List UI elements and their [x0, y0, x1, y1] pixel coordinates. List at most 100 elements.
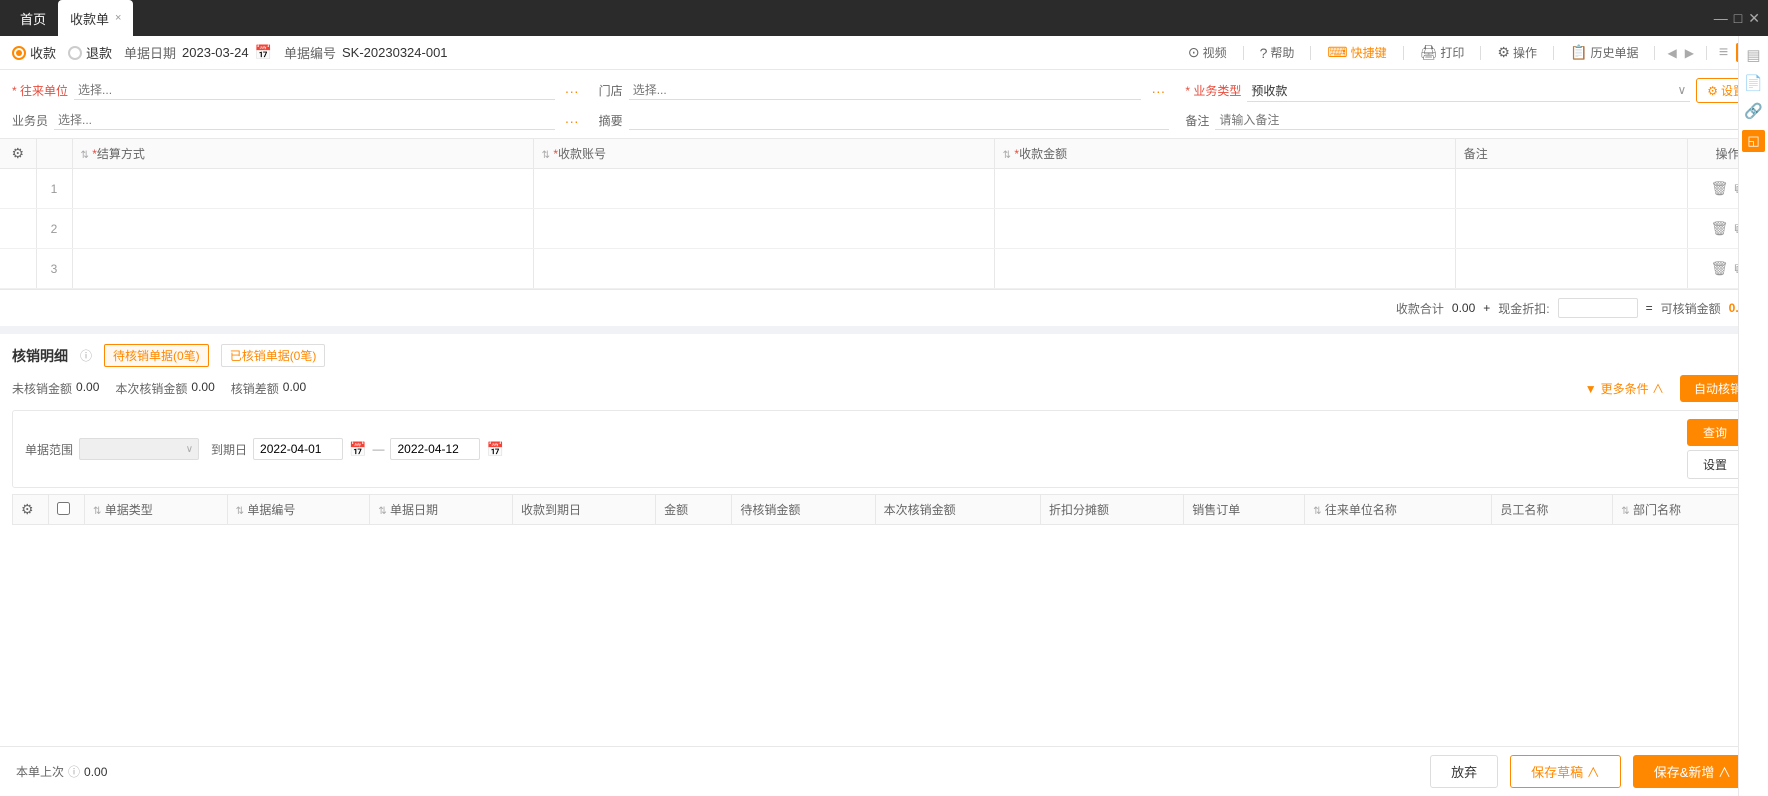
summary-field: 摘要 — [599, 111, 1170, 130]
abandon-btn[interactable]: 放弃 — [1430, 755, 1498, 788]
gear-icon[interactable]: ⚙ — [11, 145, 24, 161]
discount-input[interactable] — [1558, 298, 1638, 318]
nav-prev-btn[interactable]: ◀ — [1667, 46, 1676, 60]
due-date-to-cal-icon[interactable]: 📅 — [486, 441, 503, 458]
print-btn[interactable]: 🖨 打印 — [1416, 42, 1469, 63]
settlement-cell-1[interactable] — [72, 169, 533, 209]
filter-settings-btn[interactable]: 设置 — [1687, 450, 1743, 479]
sidebar-doc-icon[interactable]: 📄 — [1744, 74, 1763, 92]
due-date-header: 收款到期日 — [512, 495, 655, 525]
sidebar-expand-icon[interactable]: ◱ — [1742, 130, 1764, 152]
radio-refund-dot — [68, 46, 82, 60]
due-date-from-input[interactable] — [253, 438, 343, 460]
account-cell-1[interactable] — [533, 169, 994, 209]
delete-row-2-btn[interactable]: 🗑 — [1711, 220, 1729, 237]
sn-label: 单据编号 — [284, 43, 336, 62]
sort-icon[interactable]: ⇅ — [93, 506, 101, 517]
amount-cell-1[interactable] — [994, 169, 1455, 209]
due-date-from-cal-icon[interactable]: 📅 — [349, 441, 366, 458]
pending-tab[interactable]: 待核销单据(0笔) — [104, 344, 209, 367]
win-close-btn[interactable]: ✕ — [1748, 10, 1760, 27]
sn-field: 单据编号 SK-20230324-001 — [284, 43, 448, 62]
delete-row-3-btn[interactable]: 🗑 — [1711, 260, 1729, 277]
staff-more-btn[interactable]: ··· — [561, 113, 583, 129]
radio-receipt-dot — [12, 46, 26, 60]
draft-btn[interactable]: 保存草稿 ∧ — [1510, 755, 1621, 788]
store-input[interactable] — [629, 81, 1142, 100]
row-num-header — [36, 139, 72, 169]
remark-cell-2[interactable] — [1455, 209, 1687, 249]
counterparty-more-btn[interactable]: ··· — [561, 83, 583, 99]
remark-input[interactable] — [1215, 111, 1756, 130]
amount-cell-2[interactable] — [994, 209, 1455, 249]
counterparty-input[interactable] — [74, 81, 555, 100]
row-num-3: 3 — [36, 249, 72, 289]
detail-title: 核销明细 — [12, 346, 68, 366]
shortcut-btn[interactable]: ⌨ 快捷键 — [1323, 42, 1390, 63]
detail-gear-icon[interactable]: ⚙ — [21, 501, 34, 517]
filter-icon: ▼ — [1585, 382, 1597, 396]
date-field: 单据日期 2023-03-24 📅 — [124, 43, 272, 62]
sidebar-table-icon[interactable]: ▤ — [1746, 46, 1760, 64]
list-view-btn[interactable]: ≡ — [1719, 44, 1728, 62]
remark-cell-3[interactable] — [1455, 249, 1687, 289]
table-row: 3 🗑 ⧉ — [0, 249, 1768, 289]
done-tab[interactable]: 已核销单据(0笔) — [221, 344, 326, 367]
win-max-btn[interactable]: □ — [1734, 10, 1742, 27]
account-cell-3[interactable] — [533, 249, 994, 289]
home-tab[interactable]: 首页 — [8, 0, 58, 36]
detail-gear-header[interactable]: ⚙ — [13, 495, 49, 525]
due-date-to-input[interactable] — [390, 438, 480, 460]
filter-row: 单据范围 ∨ 到期日 📅 — 📅 查询 设置 — [12, 410, 1756, 488]
store-more-btn[interactable]: ··· — [1147, 83, 1169, 99]
more-conditions-btn[interactable]: ▼ 更多条件 ∧ — [1585, 380, 1664, 397]
remark-cell-1[interactable] — [1455, 169, 1687, 209]
delete-row-1-btn[interactable]: 🗑 — [1711, 180, 1729, 197]
settings-icon: ⚙ — [1707, 84, 1718, 98]
biztype-select[interactable]: 预收款 ∨ — [1247, 80, 1690, 102]
biztype-value: 预收款 — [1251, 82, 1287, 99]
account-cell-2[interactable] — [533, 209, 994, 249]
footer-info-icon[interactable]: ⓘ — [68, 763, 80, 780]
win-min-btn[interactable]: — — [1714, 10, 1728, 27]
amount-cell-3[interactable] — [994, 249, 1455, 289]
query-btn[interactable]: 查询 — [1687, 419, 1743, 446]
help-btn[interactable]: ? 帮助 — [1256, 42, 1299, 63]
settlement-cell-3[interactable] — [72, 249, 533, 289]
history-btn[interactable]: 📋 历史单据 — [1566, 42, 1642, 63]
date-calendar-icon[interactable]: 📅 — [255, 44, 272, 61]
row-num-2: 2 — [36, 209, 72, 249]
sort-icon[interactable]: ⇅ — [236, 506, 244, 517]
active-tab[interactable]: 收款单 × — [58, 0, 133, 36]
date-label: 单据日期 — [124, 43, 176, 62]
staff-input[interactable] — [54, 111, 555, 130]
operation-btn[interactable]: ⚙ 操作 — [1493, 42, 1541, 63]
select-all-checkbox[interactable] — [57, 502, 70, 515]
range-select[interactable] — [79, 438, 199, 460]
settlement-header: ⇅ *结算方式 — [72, 139, 533, 169]
close-tab-btn[interactable]: × — [115, 12, 121, 24]
row-gear-2 — [0, 209, 36, 249]
sort-icon[interactable]: ⇅ — [378, 506, 386, 517]
receipt-type-group: 收款 退款 — [12, 43, 112, 62]
save-btn[interactable]: 保存&新增 ∧ — [1633, 755, 1752, 788]
table-gear-header[interactable]: ⚙ — [0, 139, 36, 169]
sort-icon[interactable]: ⇅ — [1003, 150, 1011, 161]
sort-icon[interactable]: ⇅ — [542, 150, 550, 161]
table-row: 2 🗑 ⧉ — [0, 209, 1768, 249]
settlement-cell-2[interactable] — [72, 209, 533, 249]
sort-icon[interactable]: ⇅ — [1621, 506, 1629, 517]
date-value[interactable]: 2023-03-24 — [182, 45, 249, 60]
video-btn[interactable]: ⊙ 视频 — [1184, 42, 1231, 63]
account-header: ⇅ *收款账号 — [533, 139, 994, 169]
plus-sign: + — [1483, 301, 1490, 315]
sort-icon[interactable]: ⇅ — [81, 150, 89, 161]
summary-input[interactable] — [629, 111, 1170, 130]
radio-receipt[interactable]: 收款 — [12, 43, 56, 62]
due-date-label: 到期日 — [211, 441, 247, 458]
nav-next-btn[interactable]: ▶ — [1685, 46, 1694, 60]
sidebar-link-icon[interactable]: 🔗 — [1744, 102, 1763, 120]
radio-refund[interactable]: 退款 — [68, 43, 112, 62]
sort-icon[interactable]: ⇅ — [1313, 506, 1321, 517]
detail-info-icon[interactable]: ⓘ — [80, 347, 92, 364]
